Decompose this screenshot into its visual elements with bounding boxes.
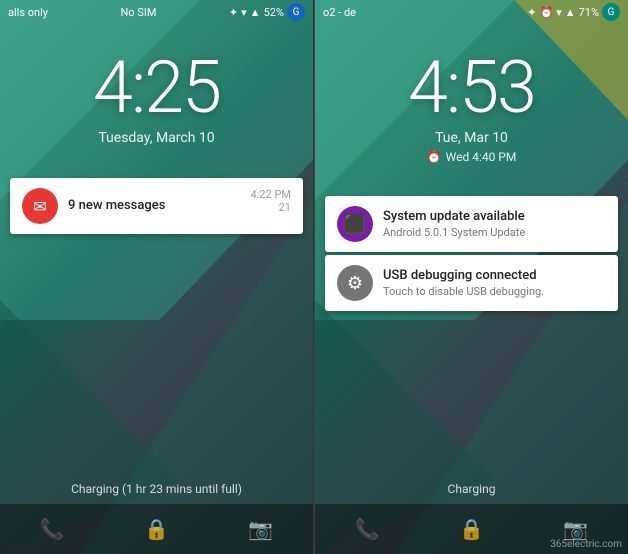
- wifi-icon: ▾: [241, 6, 247, 19]
- left-notif-content: 9 new messages: [68, 198, 241, 215]
- right-phone-btn[interactable]: 📞: [355, 517, 380, 541]
- signal-icon: ▲: [250, 6, 261, 19]
- right-status-bar: o2 - de ✦ ⏰ ▾ ▲ 71% G: [315, 0, 628, 24]
- left-clock-area: 4:25 Tuesday, March 10: [0, 24, 313, 146]
- right-carrier-text: o2 - de: [323, 6, 356, 19]
- right-status-right: ✦ ⏰ ▾ ▲ 71% G: [527, 3, 620, 21]
- right-clock-area: 4:53 Tue, Mar 10 ⏰ Wed 4:40 PM: [315, 24, 628, 164]
- right-notif-content-1: System update available Android 5.0.1 Sy…: [383, 209, 606, 240]
- left-status-bar: alls only No SIM ✦ ▾ ▲ 52% G: [0, 0, 313, 24]
- bluetooth-icon: ✦: [229, 6, 238, 19]
- right-notif-title-1: System update available: [383, 209, 606, 226]
- right-camera-btn[interactable]: 📷: [563, 517, 588, 541]
- left-notif-icon: ✉: [22, 188, 58, 224]
- left-notif-title: 9 new messages: [68, 198, 241, 215]
- left-lock-btn[interactable]: 🔒: [144, 517, 169, 541]
- left-bottom-nav: 📞 🔒 📷: [0, 504, 313, 554]
- right-status-left: o2 - de: [323, 6, 356, 19]
- right-notif-icon-2: ⚙: [337, 265, 373, 301]
- left-carrier-text: alls only: [8, 6, 48, 19]
- right-lock-btn[interactable]: 🔒: [459, 517, 484, 541]
- left-status-right: ✦ ▾ ▲ 52% G: [229, 3, 305, 21]
- left-battery-text: 52%: [264, 6, 284, 19]
- right-notif-title-2: USB debugging connected: [383, 268, 606, 285]
- left-status-left: alls only: [8, 6, 48, 19]
- right-clock-time: 4:53: [315, 52, 628, 124]
- right-charging-text: Charging: [315, 482, 628, 496]
- right-phone: o2 - de ✦ ⏰ ▾ ▲ 71% G 4:53 Tue, Mar 10 ⏰…: [315, 0, 628, 554]
- left-notifications: ✉ 9 new messages 4:22 PM 21: [0, 166, 313, 248]
- right-battery-text: 71%: [579, 6, 599, 19]
- right-notif-sub-2: Touch to disable USB debugging.: [383, 285, 606, 298]
- right-notif-sub-1: Android 5.0.1 System Update: [383, 226, 606, 239]
- left-phone-btn[interactable]: 📞: [40, 517, 65, 541]
- left-phone: alls only No SIM ✦ ▾ ▲ 52% G 4:25 Tuesda…: [0, 0, 314, 554]
- right-avatar: G: [602, 3, 620, 21]
- right-notif-content-2: USB debugging connected Touch to disable…: [383, 268, 606, 299]
- right-notif-icon-1: ⬛: [337, 206, 373, 242]
- left-clock-time: 4:25: [0, 52, 313, 124]
- left-no-sim: No SIM: [120, 6, 156, 19]
- right-bluetooth-icon: ✦: [527, 6, 536, 19]
- left-avatar: G: [287, 3, 305, 21]
- watermark: 365electric.com: [550, 539, 622, 550]
- left-camera-btn[interactable]: 📷: [248, 517, 273, 541]
- right-alarm-icon: ⏰: [539, 6, 553, 19]
- right-notifications: ⬛ System update available Android 5.0.1 …: [315, 184, 628, 325]
- left-clock-date: Tuesday, March 10: [0, 130, 313, 146]
- screenshot-container: alls only No SIM ✦ ▾ ▲ 52% G 4:25 Tuesda…: [0, 0, 628, 554]
- right-notif-1[interactable]: ⬛ System update available Android 5.0.1 …: [325, 196, 618, 252]
- left-notif-1[interactable]: ✉ 9 new messages 4:22 PM 21: [10, 178, 303, 234]
- right-signal-icon: ▲: [565, 6, 576, 19]
- left-notif-time: 4:22 PM 21: [251, 188, 291, 214]
- left-notif-count: 21: [251, 201, 291, 214]
- right-notif-2[interactable]: ⚙ USB debugging connected Touch to disab…: [325, 255, 618, 311]
- right-wifi-icon: ▾: [556, 6, 562, 19]
- right-clock-alarm: ⏰ Wed 4:40 PM: [315, 150, 628, 164]
- alarm-clock-icon: ⏰: [427, 150, 442, 164]
- right-next-alarm: Wed 4:40 PM: [446, 150, 517, 164]
- right-clock-date: Tue, Mar 10: [315, 130, 628, 146]
- left-charging-text: Charging (1 hr 23 mins until full): [0, 482, 313, 496]
